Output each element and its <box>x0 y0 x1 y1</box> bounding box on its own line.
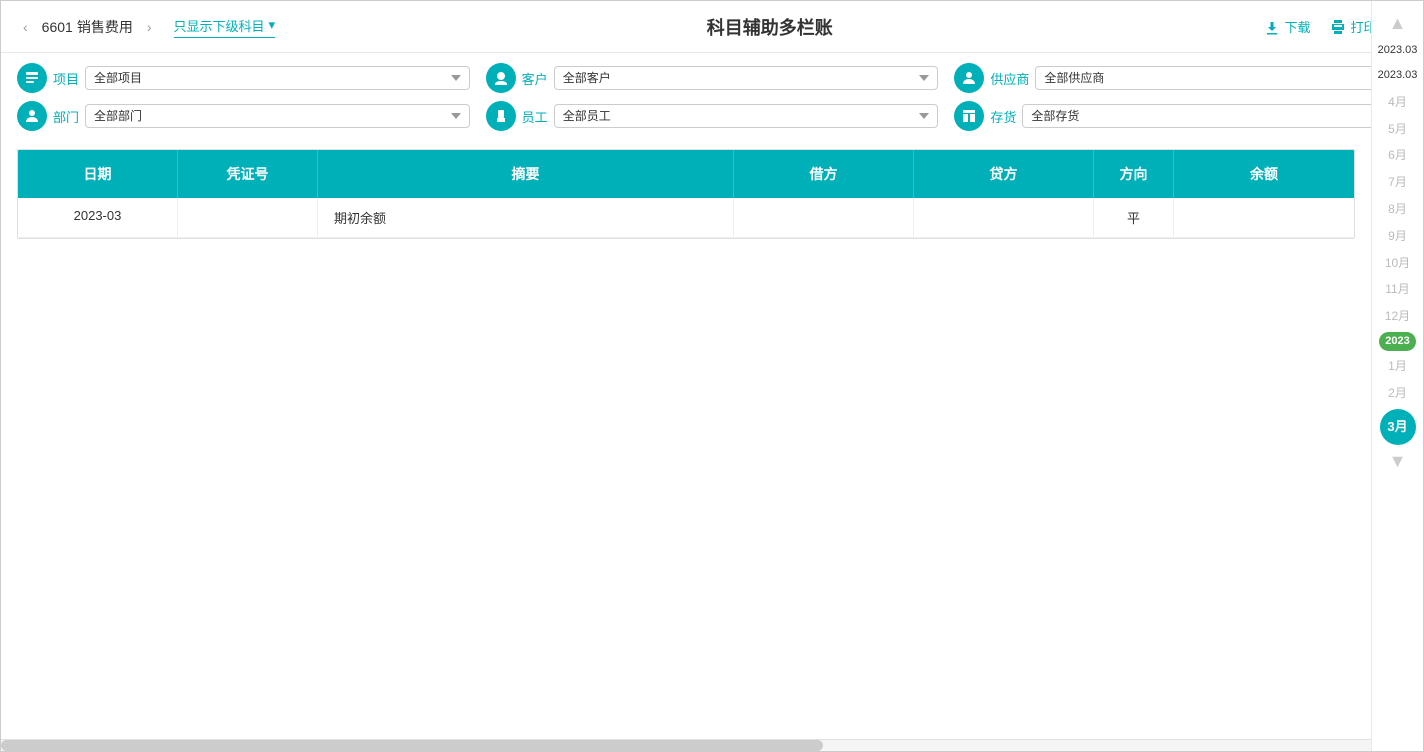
timeline-nav-down[interactable]: ▼ <box>1372 447 1423 476</box>
download-icon <box>1264 19 1280 35</box>
timeline-month-9[interactable]: 9月 <box>1372 223 1423 250</box>
staff-icon <box>486 101 516 131</box>
timeline-sidebar: ▲ 2023.03 2023.03 4月 5月 6月 7月 8月 9月 10月 … <box>1371 1 1423 751</box>
customer-icon <box>486 63 516 93</box>
horizontal-scrollbar[interactable] <box>1 739 1371 751</box>
supplier-select[interactable]: 全部供应商 <box>1035 66 1407 90</box>
nav-prev-button[interactable]: ‹ <box>17 17 34 37</box>
supplier-label: 供应商 <box>990 69 1029 88</box>
supplier-icon <box>954 63 984 93</box>
dept-icon <box>17 101 47 131</box>
timeline-month-6[interactable]: 6月 <box>1372 142 1423 169</box>
timeline-year-2023[interactable]: 2023 <box>1379 332 1415 351</box>
filter-dept: 部门 全部部门 <box>17 101 470 131</box>
cell-date: 2023-03 <box>18 198 178 237</box>
ledger-table: 日期 凭证号 摘要 借方 贷方 方向 余额 2023-03 期初余额 平 <box>17 149 1355 239</box>
timeline-month-7[interactable]: 7月 <box>1372 169 1423 196</box>
account-name-value: 销售费用 <box>77 17 133 37</box>
top-actions: 下载 打印 <box>1264 17 1376 36</box>
timeline-period-2[interactable]: 2023.03 <box>1372 63 1423 88</box>
col-credit: 贷方 <box>914 150 1094 198</box>
inventory-select[interactable]: 全部存货 <box>1022 104 1407 128</box>
cell-balance <box>1174 198 1354 237</box>
project-label: 项目 <box>53 69 79 88</box>
filter-supplier: 供应商 全部供应商 <box>954 63 1407 93</box>
page-title: 科目辅助多栏账 <box>275 14 1264 40</box>
cell-credit <box>914 198 1094 237</box>
cell-summary: 期初余额 <box>318 198 734 237</box>
staff-label: 员工 <box>522 107 548 126</box>
project-icon <box>17 63 47 93</box>
project-select[interactable]: 全部项目 <box>85 66 470 90</box>
timeline-month-2[interactable]: 2月 <box>1372 380 1423 407</box>
col-balance: 余额 <box>1174 150 1354 198</box>
account-code: 6601 销售费用 <box>34 17 141 37</box>
col-voucher: 凭证号 <box>178 150 318 198</box>
col-summary: 摘要 <box>318 150 734 198</box>
timeline-month-3-selected[interactable]: 3月 <box>1380 409 1416 445</box>
table-row: 2023-03 期初余额 平 <box>18 198 1354 238</box>
table-header: 日期 凭证号 摘要 借方 贷方 方向 余额 <box>18 150 1354 198</box>
filter-row-2: 部门 全部部门 员工 全部员工 存货 全部存货 <box>17 101 1407 131</box>
filter-project: 项目 全部项目 <box>17 63 470 93</box>
customer-label: 客户 <box>522 69 548 88</box>
timeline-period-1[interactable]: 2023.03 <box>1372 38 1423 63</box>
print-icon <box>1330 19 1346 35</box>
timeline-month-11[interactable]: 11月 <box>1372 276 1423 303</box>
staff-select[interactable]: 全部员工 <box>554 104 939 128</box>
filter-area: 项目 全部项目 客户 全部客户 供应商 全部供 <box>1 53 1423 149</box>
timeline-month-8[interactable]: 8月 <box>1372 196 1423 223</box>
col-date: 日期 <box>18 150 178 198</box>
customer-select[interactable]: 全部客户 <box>554 66 939 90</box>
timeline-month-5[interactable]: 5月 <box>1372 116 1423 143</box>
filter-staff: 员工 全部员工 <box>486 101 939 131</box>
filter-inventory: 存货 全部存货 <box>954 101 1407 131</box>
scrollbar-thumb[interactable] <box>1 740 823 751</box>
timeline-month-1[interactable]: 1月 <box>1372 353 1423 380</box>
nav-next-button[interactable]: › <box>141 17 158 37</box>
download-button[interactable]: 下载 <box>1264 17 1310 36</box>
table-body: 2023-03 期初余额 平 <box>18 198 1354 238</box>
cell-voucher <box>178 198 318 237</box>
download-label: 下载 <box>1284 17 1310 36</box>
show-sub-toggle[interactable]: 只显示下级科目 ▾ <box>174 16 276 38</box>
dept-label: 部门 <box>53 107 79 126</box>
print-button[interactable]: 打印 <box>1330 17 1376 36</box>
col-debit: 借方 <box>734 150 914 198</box>
cell-debit <box>734 198 914 237</box>
timeline-month-4[interactable]: 4月 <box>1372 89 1423 116</box>
top-bar: ‹ 6601 销售费用 › 只显示下级科目 ▾ 科目辅助多栏账 下载 打印 <box>1 1 1423 53</box>
timeline-month-12[interactable]: 12月 <box>1372 303 1423 330</box>
inventory-icon <box>954 101 984 131</box>
main-window: ‹ 6601 销售费用 › 只显示下级科目 ▾ 科目辅助多栏账 下载 打印 <box>0 0 1424 752</box>
cell-direction: 平 <box>1094 198 1174 237</box>
show-sub-label: 只显示下级科目 <box>174 16 265 35</box>
inventory-label: 存货 <box>990 107 1016 126</box>
filter-customer: 客户 全部客户 <box>486 63 939 93</box>
timeline-month-10[interactable]: 10月 <box>1372 250 1423 277</box>
timeline-nav-up[interactable]: ▲ <box>1372 9 1423 38</box>
account-code-value: 6601 <box>42 19 73 35</box>
col-direction: 方向 <box>1094 150 1174 198</box>
dept-select[interactable]: 全部部门 <box>85 104 470 128</box>
filter-row-1: 项目 全部项目 客户 全部客户 供应商 全部供 <box>17 63 1407 93</box>
